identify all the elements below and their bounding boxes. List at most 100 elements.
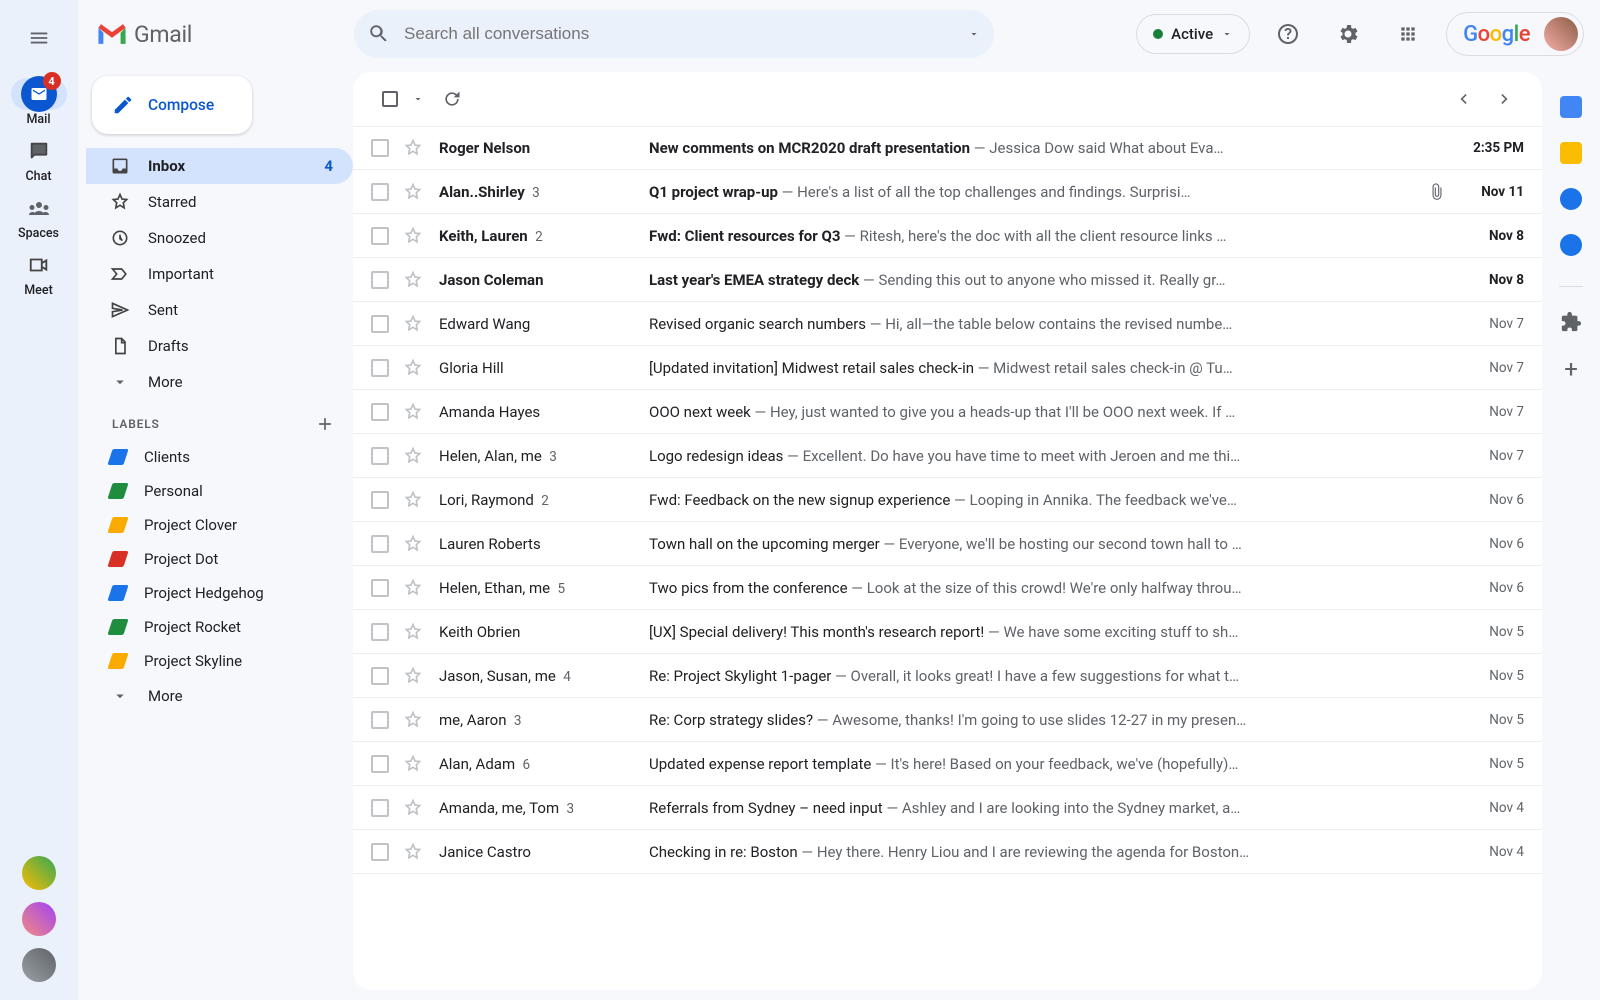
message-row[interactable]: Keith Obrien[UX] Special delivery! This … xyxy=(353,610,1542,654)
rail-avatar[interactable] xyxy=(22,902,56,936)
label-project-dot[interactable]: Project Dot xyxy=(86,542,353,576)
row-checkbox[interactable] xyxy=(371,403,389,421)
get-addons-button[interactable]: + xyxy=(1564,357,1578,381)
row-checkbox[interactable] xyxy=(371,623,389,641)
row-from: Jason Coleman xyxy=(439,271,649,289)
star-icon[interactable] xyxy=(403,754,423,774)
star-icon[interactable] xyxy=(403,578,423,598)
settings-button[interactable] xyxy=(1326,12,1370,56)
row-checkbox[interactable] xyxy=(371,579,389,597)
rail-avatar[interactable] xyxy=(22,948,56,982)
message-row[interactable]: Jason ColemanLast year's EMEA strategy d… xyxy=(353,258,1542,302)
row-checkbox[interactable] xyxy=(371,447,389,465)
message-row[interactable]: Helen, Alan, me 3Logo redesign ideas — E… xyxy=(353,434,1542,478)
message-row[interactable]: Amanda HayesOOO next week — Hey, just wa… xyxy=(353,390,1542,434)
message-row[interactable]: Helen, Ethan, me 5Two pics from the conf… xyxy=(353,566,1542,610)
brand[interactable]: Gmail xyxy=(88,19,338,49)
labels-more[interactable]: More xyxy=(86,678,353,714)
rail-avatar[interactable] xyxy=(22,856,56,890)
label-personal[interactable]: Personal xyxy=(86,474,353,508)
row-checkbox[interactable] xyxy=(371,535,389,553)
message-row[interactable]: Gloria Hill[Updated invitation] Midwest … xyxy=(353,346,1542,390)
rail-item-spaces[interactable]: Spaces xyxy=(11,188,67,245)
select-dropdown[interactable] xyxy=(407,80,429,118)
label-project-rocket[interactable]: Project Rocket xyxy=(86,610,353,644)
older-button[interactable] xyxy=(1486,80,1524,118)
star-icon[interactable] xyxy=(403,666,423,686)
message-row[interactable]: Edward WangRevised organic search number… xyxy=(353,302,1542,346)
star-icon[interactable] xyxy=(403,358,423,378)
status-chip[interactable]: Active xyxy=(1136,14,1250,54)
star-icon[interactable] xyxy=(403,622,423,642)
row-checkbox[interactable] xyxy=(371,843,389,861)
search-input[interactable] xyxy=(402,23,956,45)
keep-addon-icon[interactable] xyxy=(1560,142,1582,164)
message-row[interactable]: Janice CastroChecking in re: Boston — He… xyxy=(353,830,1542,874)
row-checkbox[interactable] xyxy=(371,315,389,333)
rail-item-meet[interactable]: Meet xyxy=(11,245,67,302)
search-bar[interactable] xyxy=(354,10,994,58)
star-icon[interactable] xyxy=(403,490,423,510)
row-checkbox[interactable] xyxy=(371,755,389,773)
row-checkbox[interactable] xyxy=(371,227,389,245)
label-project-hedgehog[interactable]: Project Hedgehog xyxy=(86,576,353,610)
star-icon[interactable] xyxy=(403,534,423,554)
search-options-icon[interactable] xyxy=(968,28,980,40)
side-panel: + xyxy=(1542,68,1600,1000)
support-button[interactable] xyxy=(1266,12,1310,56)
star-icon[interactable] xyxy=(403,710,423,730)
star-icon[interactable] xyxy=(403,446,423,466)
message-row[interactable]: Alan..Shirley 3Q1 project wrap-up — Here… xyxy=(353,170,1542,214)
apps-button[interactable] xyxy=(1386,12,1430,56)
star-icon[interactable] xyxy=(403,138,423,158)
newer-button[interactable] xyxy=(1444,80,1482,118)
star-icon[interactable] xyxy=(403,270,423,290)
star-icon[interactable] xyxy=(403,182,423,202)
star-icon[interactable] xyxy=(403,842,423,862)
folder-sent[interactable]: Sent xyxy=(86,292,353,328)
row-date: Nov 7 xyxy=(1454,404,1524,420)
star-icon[interactable] xyxy=(403,314,423,334)
label-name: Personal xyxy=(144,482,203,500)
row-checkbox[interactable] xyxy=(371,271,389,289)
contacts-addon-icon[interactable] xyxy=(1560,234,1582,256)
star-icon[interactable] xyxy=(403,402,423,422)
label-clients[interactable]: Clients xyxy=(86,440,353,474)
rail-item-chat[interactable]: Chat xyxy=(11,131,67,188)
extension-icon[interactable] xyxy=(1560,311,1582,333)
folder-more[interactable]: More xyxy=(86,364,353,400)
main-menu-button[interactable] xyxy=(11,10,67,66)
refresh-button[interactable] xyxy=(433,80,471,118)
folder-snoozed[interactable]: Snoozed xyxy=(86,220,353,256)
folder-starred[interactable]: Starred xyxy=(86,184,353,220)
folder-drafts[interactable]: Drafts xyxy=(86,328,353,364)
row-checkbox[interactable] xyxy=(371,799,389,817)
label-project-clover[interactable]: Project Clover xyxy=(86,508,353,542)
calendar-addon-icon[interactable] xyxy=(1560,96,1582,118)
row-checkbox[interactable] xyxy=(371,491,389,509)
message-row[interactable]: Keith, Lauren 2Fwd: Client resources for… xyxy=(353,214,1542,258)
star-icon[interactable] xyxy=(403,226,423,246)
message-row[interactable]: Roger NelsonNew comments on MCR2020 draf… xyxy=(353,126,1542,170)
rail-item-mail[interactable]: 4Mail xyxy=(11,74,67,131)
folder-important[interactable]: Important xyxy=(86,256,353,292)
tasks-addon-icon[interactable] xyxy=(1560,188,1582,210)
row-checkbox[interactable] xyxy=(371,183,389,201)
message-row[interactable]: Alan, Adam 6Updated expense report templ… xyxy=(353,742,1542,786)
select-all-checkbox[interactable] xyxy=(371,80,409,118)
add-label-icon[interactable] xyxy=(315,414,335,434)
row-checkbox[interactable] xyxy=(371,711,389,729)
message-row[interactable]: Lauren RobertsTown hall on the upcoming … xyxy=(353,522,1542,566)
row-checkbox[interactable] xyxy=(371,667,389,685)
row-checkbox[interactable] xyxy=(371,359,389,377)
message-row[interactable]: me, Aaron 3Re: Corp strategy slides? — A… xyxy=(353,698,1542,742)
star-icon[interactable] xyxy=(403,798,423,818)
account-chip[interactable]: Google xyxy=(1446,12,1584,56)
message-row[interactable]: Jason, Susan, me 4Re: Project Skylight 1… xyxy=(353,654,1542,698)
folder-inbox[interactable]: Inbox4 xyxy=(86,148,353,184)
compose-button[interactable]: Compose xyxy=(92,76,252,134)
message-row[interactable]: Lori, Raymond 2Fwd: Feedback on the new … xyxy=(353,478,1542,522)
message-row[interactable]: Amanda, me, Tom 3Referrals from Sydney –… xyxy=(353,786,1542,830)
label-project-skyline[interactable]: Project Skyline xyxy=(86,644,353,678)
row-checkbox[interactable] xyxy=(371,139,389,157)
